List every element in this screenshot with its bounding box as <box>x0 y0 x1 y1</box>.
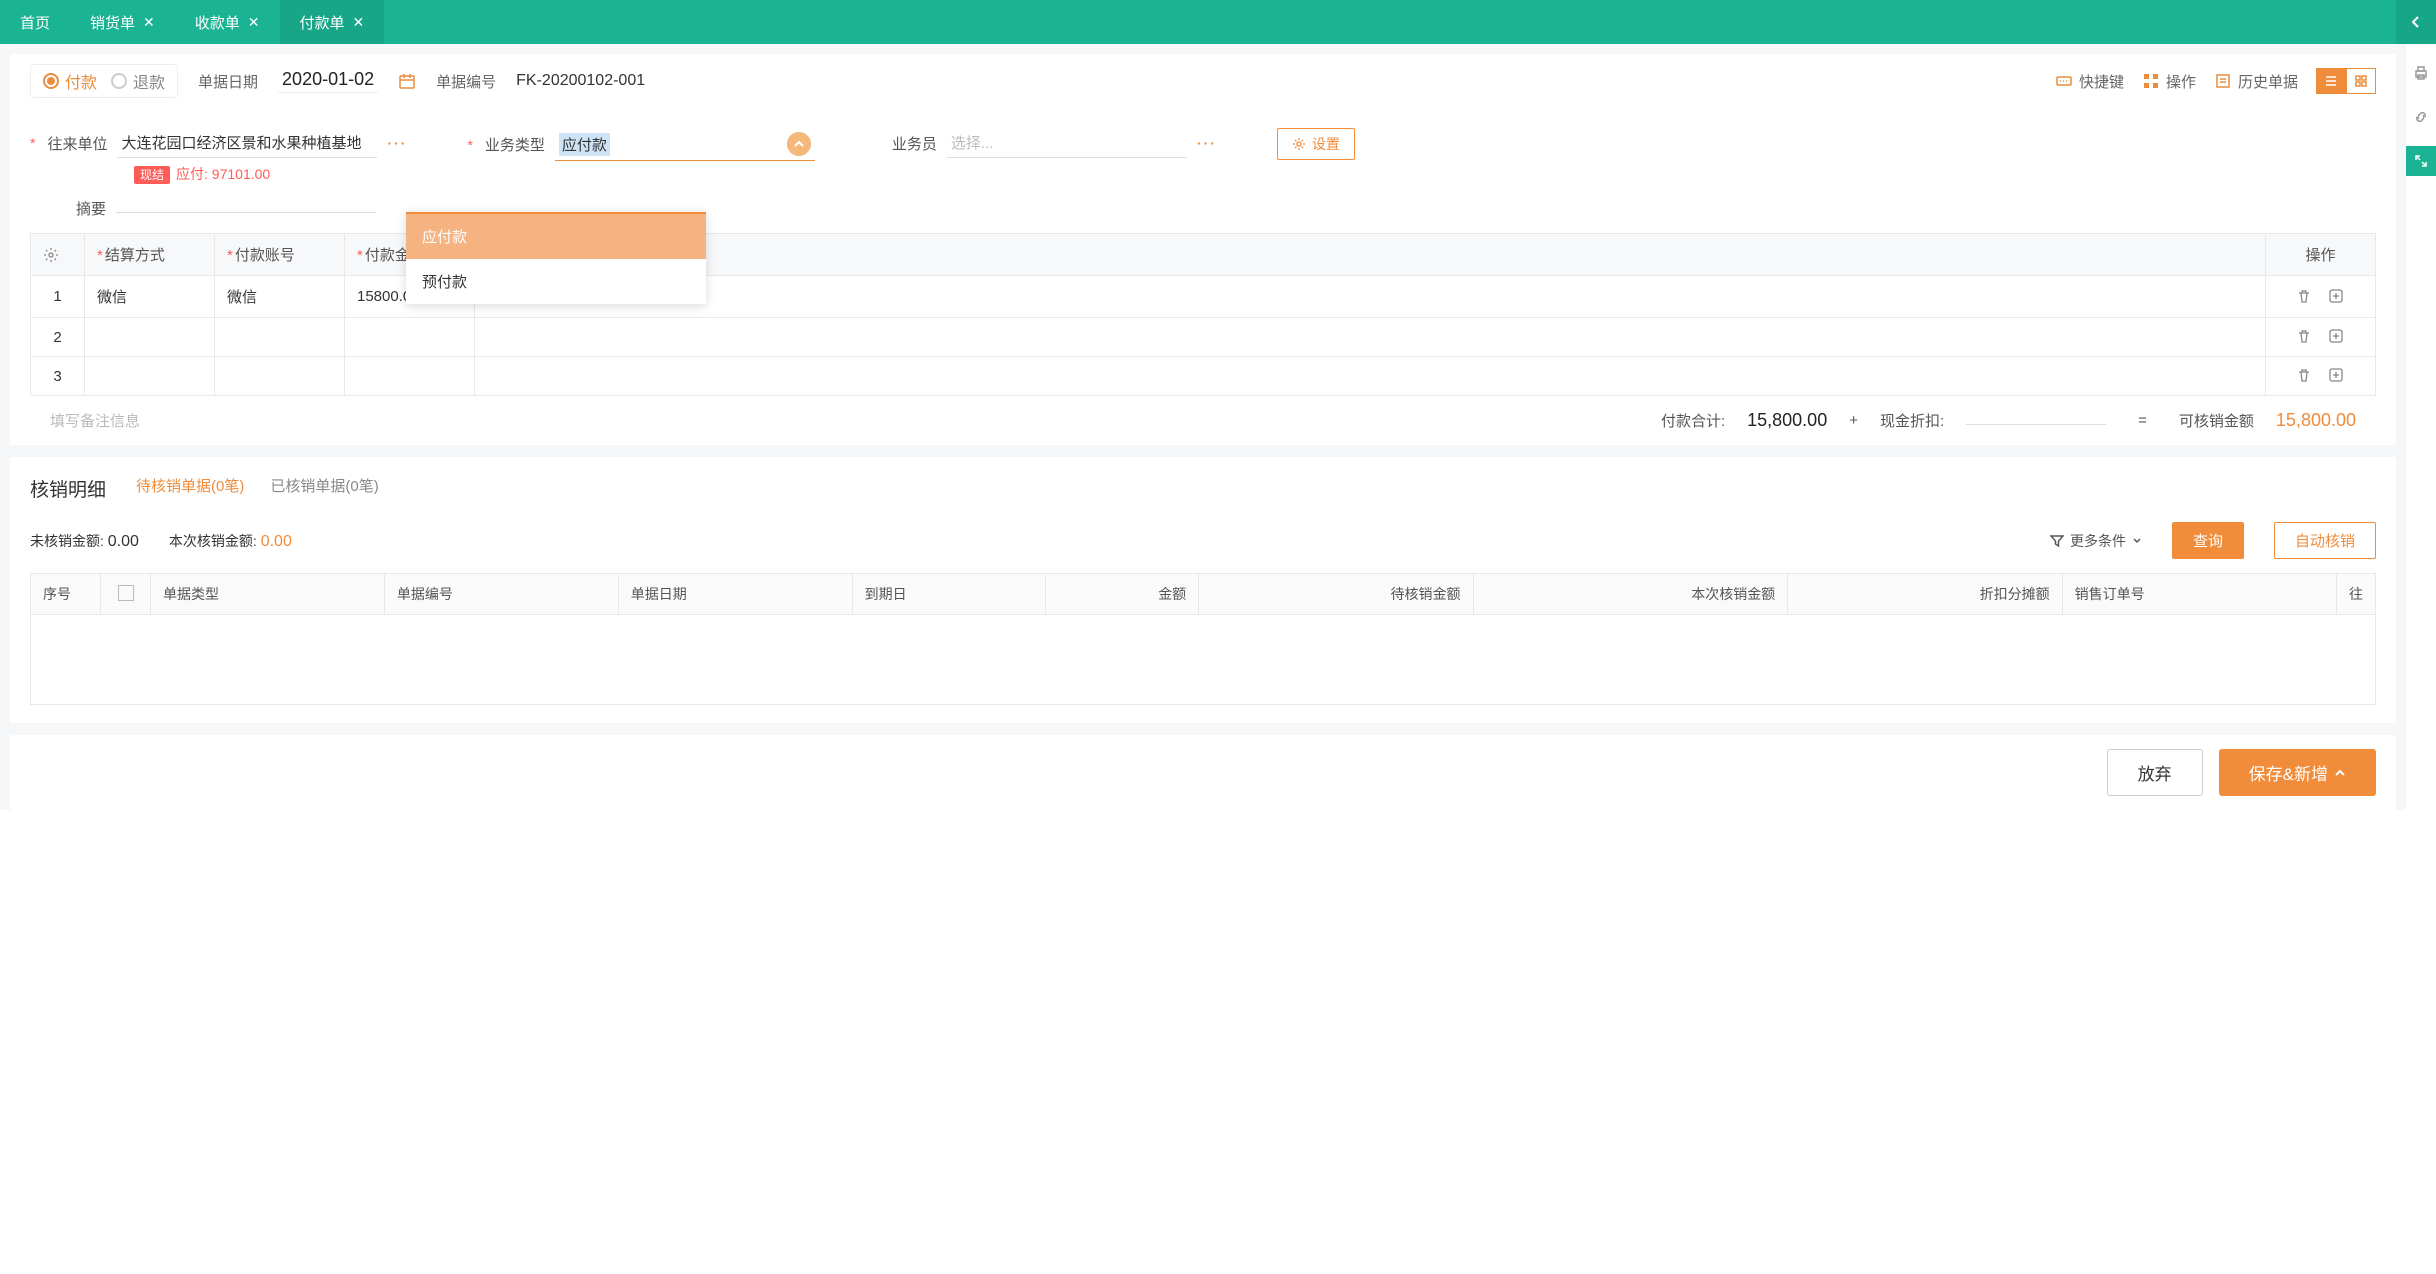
auto-writeoff-button[interactable]: 自动核销 <box>2274 522 2376 559</box>
partner-input[interactable]: 大连花园口经济区景和水果种植基地 <box>117 128 377 158</box>
writeoff-table-body <box>30 615 2376 705</box>
summary-input[interactable] <box>116 204 376 213</box>
table-row[interactable]: 1微信微信15800.00 <box>31 276 2376 318</box>
table-row[interactable]: 2 <box>31 318 2376 357</box>
more-filter[interactable]: 更多条件 <box>2050 531 2142 551</box>
link-icon[interactable] <box>2406 102 2436 132</box>
view-toggle <box>2316 68 2376 94</box>
summary-row: 填写备注信息 付款合计: 15,800.00 + 现金折扣: = 可核销金额 1… <box>30 396 2376 445</box>
calendar-icon[interactable] <box>398 72 416 90</box>
add-row-icon[interactable] <box>2328 288 2346 306</box>
col-ops: 操作 <box>2266 234 2376 276</box>
col-no: 单据编号 <box>384 574 618 615</box>
payment-table: 结算方式 付款账号 付款金额 备注 操作 1微信微信15800.00 2 3 <box>30 233 2376 396</box>
tab-payment[interactable]: 付款单✕ <box>280 0 385 44</box>
delete-icon[interactable] <box>2296 288 2314 306</box>
radio-refund[interactable]: 退款 <box>111 69 165 93</box>
right-sidebar <box>2406 44 2436 176</box>
col-disc: 折扣分摊额 <box>1788 574 2062 615</box>
list-view-icon[interactable] <box>2316 68 2346 94</box>
col-partner: 往 <box>2337 574 2376 615</box>
discount-label: 现金折扣: <box>1880 410 1944 431</box>
section-title: 核销明细 <box>30 475 106 502</box>
radio-pay[interactable]: 付款 <box>43 69 97 93</box>
col-date: 单据日期 <box>618 574 852 615</box>
this-writeoff: 本次核销金额: 0.00 <box>169 531 292 551</box>
col-amount: 金额 <box>1046 574 1199 615</box>
add-row-icon[interactable] <box>2328 367 2346 385</box>
save-add-button[interactable]: 保存&新增 <box>2219 749 2376 796</box>
delete-icon[interactable] <box>2296 328 2314 346</box>
biz-type-dropdown: 应付款 预付款 <box>406 212 706 304</box>
chevron-up-icon[interactable] <box>787 132 811 156</box>
col-this: 本次核销金额 <box>1473 574 1788 615</box>
partner-due: 现结应付: 97101.00 <box>134 164 407 184</box>
col-remark: 备注 <box>475 234 2266 276</box>
expand-icon[interactable] <box>2406 146 2436 176</box>
close-icon[interactable]: ✕ <box>353 14 365 31</box>
biz-type-label: 业务类型 <box>483 134 545 155</box>
delete-icon[interactable] <box>2296 367 2314 385</box>
discount-input[interactable] <box>1966 416 2106 425</box>
writeoff-value: 15,800.00 <box>2276 410 2356 431</box>
grid-view-icon[interactable] <box>2346 68 2376 94</box>
biz-type-select[interactable]: 应付款 <box>555 128 815 161</box>
operator-label: 业务员 <box>875 133 937 154</box>
top-tabs: 首页 销货单✕ 收款单✕ 付款单✕ <box>0 0 2436 44</box>
tab-home[interactable]: 首页 <box>0 0 70 44</box>
col-order: 销售订单号 <box>2062 574 2336 615</box>
total-label: 付款合计: <box>1661 410 1725 431</box>
writeoff-label: 可核销金额 <box>2179 410 2254 431</box>
doc-header: 付款 退款 单据日期 2020-01-02 单据编号 FK-20200102-0… <box>10 54 2396 108</box>
shortcut-button[interactable]: 快捷键 <box>2055 71 2124 92</box>
col-due: 到期日 <box>852 574 1045 615</box>
query-button[interactable]: 查询 <box>2172 522 2244 559</box>
summary-label: 摘要 <box>44 198 106 219</box>
col-account: 付款账号 <box>215 234 345 276</box>
tab-sales[interactable]: 销货单✕ <box>70 0 175 44</box>
setting-button[interactable]: 设置 <box>1277 128 1355 160</box>
col-type: 单据类型 <box>151 574 385 615</box>
col-check[interactable] <box>101 574 151 615</box>
collapse-icon[interactable] <box>2396 0 2436 44</box>
cancel-button[interactable]: 放弃 <box>2107 749 2203 796</box>
close-icon[interactable]: ✕ <box>143 14 155 31</box>
date-label: 单据日期 <box>198 71 258 92</box>
col-method: 结算方式 <box>85 234 215 276</box>
dropdown-option[interactable]: 应付款 <box>406 214 706 259</box>
more-icon[interactable]: ··· <box>1197 135 1217 151</box>
partner-label: 往来单位 <box>45 133 107 154</box>
doc-type-radio: 付款 退款 <box>30 64 178 98</box>
unwriteoff: 未核销金额: 0.00 <box>30 531 139 551</box>
date-input[interactable]: 2020-01-02 <box>278 69 378 93</box>
subtab-pending[interactable]: 待核销单据(0笔) <box>136 475 244 502</box>
printer-icon[interactable] <box>2406 58 2436 88</box>
gear-icon[interactable] <box>31 234 85 276</box>
close-icon[interactable]: ✕ <box>248 14 260 31</box>
table-row[interactable]: 3 <box>31 357 2376 396</box>
tab-receipt[interactable]: 收款单✕ <box>175 0 280 44</box>
writeoff-table: 序号 单据类型 单据编号 单据日期 到期日 金额 待核销金额 本次核销金额 折扣… <box>30 573 2376 615</box>
no-label: 单据编号 <box>436 71 496 92</box>
subtab-done[interactable]: 已核销单据(0笔) <box>270 475 378 502</box>
total-value: 15,800.00 <box>1747 410 1827 431</box>
dropdown-option[interactable]: 预付款 <box>406 259 706 304</box>
remark-input[interactable]: 填写备注信息 <box>50 410 170 431</box>
more-icon[interactable]: ··· <box>387 135 407 151</box>
col-seq: 序号 <box>31 574 101 615</box>
col-pending: 待核销金额 <box>1199 574 1473 615</box>
operator-select[interactable]: 选择... <box>947 128 1187 158</box>
doc-no: FK-20200102-001 <box>516 72 645 90</box>
history-button[interactable]: 历史单据 <box>2214 71 2298 92</box>
ops-button[interactable]: 操作 <box>2142 71 2196 92</box>
add-row-icon[interactable] <box>2328 328 2346 346</box>
